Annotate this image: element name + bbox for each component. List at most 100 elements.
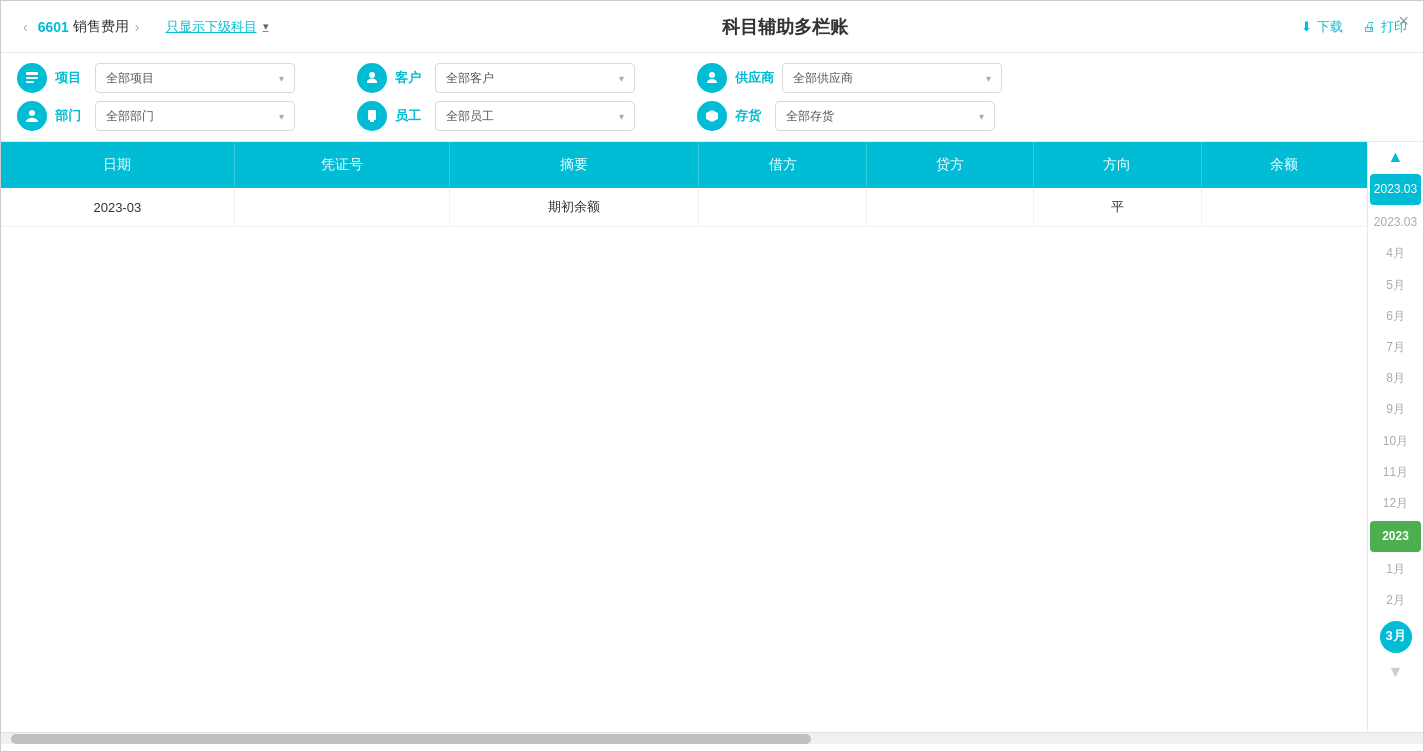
sidebar-item[interactable]: 2023.03 bbox=[1370, 174, 1421, 205]
inventory-select[interactable]: 全部存货 ▾ bbox=[775, 101, 995, 131]
inventory-label: 存货 bbox=[735, 107, 767, 125]
svg-rect-6 bbox=[370, 120, 374, 122]
filter-row-2: 部门 全部部门 ▾ 员工 全部员工 ▾ bbox=[17, 101, 1407, 131]
employee-value: 全部员工 bbox=[446, 108, 494, 125]
right-sidebar: ▲ 2023.032023.034月5月6月7月8月9月10月11月12月202… bbox=[1367, 142, 1423, 732]
sidebar-item[interactable]: 2023 bbox=[1370, 521, 1421, 552]
col-debit: 借方 bbox=[699, 142, 866, 188]
svg-rect-5 bbox=[368, 110, 376, 120]
sidebar-down-button[interactable]: ▼ bbox=[1368, 657, 1423, 687]
svg-rect-2 bbox=[26, 81, 34, 83]
account-code: 6601 bbox=[38, 19, 69, 35]
cell-balance bbox=[1201, 188, 1367, 227]
download-label: 下载 bbox=[1317, 18, 1343, 36]
sidebar-item[interactable]: 11月 bbox=[1367, 457, 1423, 488]
department-select[interactable]: 全部部门 ▾ bbox=[95, 101, 295, 131]
filter-item-customer: 客户 全部客户 ▾ bbox=[357, 63, 635, 93]
content-area: 日期 凭证号 摘要 借方 贷方 方向 余额 2023-03 期初余额 平 bbox=[1, 142, 1423, 732]
sidebar-item[interactable]: 1月 bbox=[1367, 554, 1423, 585]
inventory-value: 全部存货 bbox=[786, 108, 834, 125]
cell-credit bbox=[866, 188, 1033, 227]
download-button[interactable]: ⬇ 下载 bbox=[1301, 18, 1343, 36]
show-sub-label: 只显示下级科目 bbox=[166, 18, 257, 36]
nav-prev-button[interactable]: ‹ bbox=[17, 17, 34, 37]
col-balance: 余额 bbox=[1201, 142, 1367, 188]
col-voucher: 凭证号 bbox=[234, 142, 449, 188]
customer-value: 全部客户 bbox=[446, 70, 494, 87]
employee-icon bbox=[357, 101, 387, 131]
col-credit: 贷方 bbox=[866, 142, 1033, 188]
employee-label: 员工 bbox=[395, 107, 427, 125]
filter-item-employee: 员工 全部员工 ▾ bbox=[357, 101, 635, 131]
sidebar-item[interactable]: 7月 bbox=[1367, 332, 1423, 363]
sidebar-item[interactable]: 2023.03 bbox=[1367, 207, 1423, 238]
horizontal-scrollbar[interactable] bbox=[1, 732, 1423, 744]
department-value: 全部部门 bbox=[106, 108, 154, 125]
cell-date: 2023-03 bbox=[1, 188, 234, 227]
inventory-icon bbox=[697, 101, 727, 131]
supplier-value: 全部供应商 bbox=[793, 70, 853, 87]
filter-row-1: 项目 全部项目 ▾ 客户 全部客户 ▾ bbox=[17, 63, 1407, 93]
customer-label: 客户 bbox=[395, 69, 427, 87]
project-value: 全部项目 bbox=[106, 70, 154, 87]
nav-next-button[interactable]: › bbox=[129, 17, 146, 37]
svg-rect-0 bbox=[26, 72, 38, 75]
sidebar-item[interactable]: 9月 bbox=[1367, 394, 1423, 425]
sidebar-up-button[interactable]: ▲ bbox=[1368, 142, 1423, 172]
sidebar-item[interactable]: 5月 bbox=[1367, 270, 1423, 301]
svg-point-4 bbox=[29, 110, 35, 116]
filter-item-project: 项目 全部项目 ▾ bbox=[17, 63, 295, 93]
employee-arrow-icon: ▾ bbox=[619, 111, 624, 122]
sidebar-item[interactable]: 6月 bbox=[1367, 301, 1423, 332]
customer-icon bbox=[357, 63, 387, 93]
project-arrow-icon: ▾ bbox=[279, 73, 284, 84]
cell-summary: 期初余额 bbox=[449, 188, 698, 227]
table-row[interactable]: 2023-03 期初余额 平 bbox=[1, 188, 1367, 227]
scrollbar-thumb[interactable] bbox=[11, 734, 811, 744]
sidebar-item[interactable]: 3月 bbox=[1380, 621, 1412, 653]
sidebar-item[interactable]: 2月 bbox=[1367, 585, 1423, 616]
supplier-select[interactable]: 全部供应商 ▾ bbox=[782, 63, 1002, 93]
sidebar-item[interactable]: 4月 bbox=[1367, 238, 1423, 269]
project-select[interactable]: 全部项目 ▾ bbox=[95, 63, 295, 93]
supplier-label: 供应商 bbox=[735, 69, 774, 87]
inventory-arrow-icon: ▾ bbox=[979, 111, 984, 122]
col-date: 日期 bbox=[1, 142, 234, 188]
employee-select[interactable]: 全部员工 ▾ bbox=[435, 101, 635, 131]
close-button[interactable]: × bbox=[1398, 11, 1409, 32]
table-header-row: 日期 凭证号 摘要 借方 贷方 方向 余额 bbox=[1, 142, 1367, 188]
project-icon bbox=[17, 63, 47, 93]
show-sub-button[interactable]: 只显示下级科目 ▾ bbox=[166, 18, 269, 36]
department-arrow-icon: ▾ bbox=[279, 111, 284, 122]
sidebar-item[interactable]: 12月 bbox=[1367, 488, 1423, 519]
page-title: 科目辅助多栏账 bbox=[269, 15, 1302, 39]
department-label: 部门 bbox=[55, 107, 87, 125]
supplier-icon bbox=[697, 63, 727, 93]
customer-select[interactable]: 全部客户 ▾ bbox=[435, 63, 635, 93]
customer-arrow-icon: ▾ bbox=[619, 73, 624, 84]
project-label: 项目 bbox=[55, 69, 87, 87]
top-bar: ‹ 6601 销售费用 › 只显示下级科目 ▾ 科目辅助多栏账 ⬇ 下载 🖨 打… bbox=[1, 1, 1423, 53]
svg-rect-1 bbox=[26, 77, 38, 79]
svg-point-3 bbox=[709, 72, 715, 78]
department-icon bbox=[17, 101, 47, 131]
sidebar-item[interactable]: 8月 bbox=[1367, 363, 1423, 394]
data-table: 日期 凭证号 摘要 借方 贷方 方向 余额 2023-03 期初余额 平 bbox=[1, 142, 1367, 227]
main-window: ‹ 6601 销售费用 › 只显示下级科目 ▾ 科目辅助多栏账 ⬇ 下载 🖨 打… bbox=[0, 0, 1424, 752]
cell-voucher bbox=[234, 188, 449, 227]
cell-direction: 平 bbox=[1034, 188, 1201, 227]
filter-bar: 项目 全部项目 ▾ 客户 全部客户 ▾ bbox=[1, 53, 1423, 142]
filter-item-inventory: 存货 全部存货 ▾ bbox=[697, 101, 995, 131]
col-direction: 方向 bbox=[1034, 142, 1201, 188]
filter-item-supplier: 供应商 全部供应商 ▾ bbox=[697, 63, 1002, 93]
supplier-arrow-icon: ▾ bbox=[986, 73, 991, 84]
col-summary: 摘要 bbox=[449, 142, 698, 188]
filter-item-department: 部门 全部部门 ▾ bbox=[17, 101, 295, 131]
cell-debit bbox=[699, 188, 866, 227]
sidebar-item[interactable]: 10月 bbox=[1367, 426, 1423, 457]
table-area: 日期 凭证号 摘要 借方 贷方 方向 余额 2023-03 期初余额 平 bbox=[1, 142, 1367, 732]
top-actions: ⬇ 下载 🖨 打印 bbox=[1301, 18, 1407, 36]
account-name: 销售费用 bbox=[73, 18, 129, 36]
download-icon: ⬇ bbox=[1301, 19, 1312, 34]
print-icon: 🖨 bbox=[1363, 19, 1376, 34]
